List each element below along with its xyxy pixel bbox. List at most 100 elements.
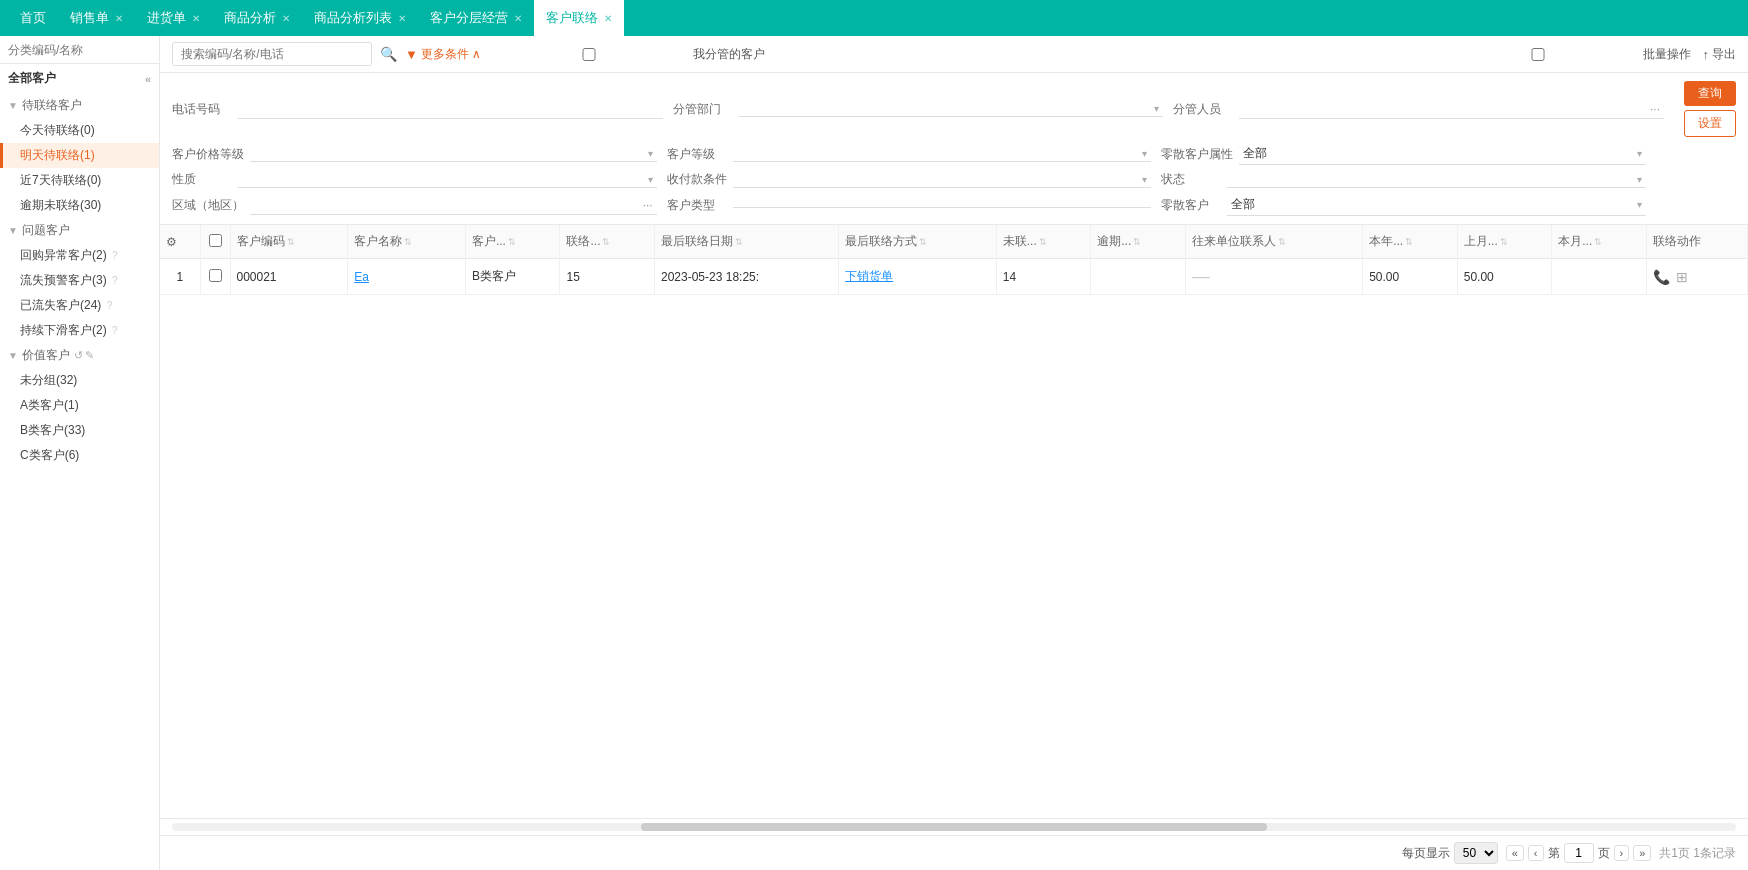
th-last-month[interactable]: 上月... ⇅ bbox=[1457, 225, 1552, 259]
td-last-contact-method[interactable]: 下销货单 bbox=[839, 259, 997, 295]
sidebar-item-repeat-abnormal[interactable]: 回购异常客户(2) ? bbox=[0, 243, 159, 268]
sidebar-item-tomorrow-contact[interactable]: 明天待联络(1) bbox=[0, 143, 159, 168]
sidebar-group-pending-contact[interactable]: ▼ 待联络客户 bbox=[0, 93, 159, 118]
nav-sales-order[interactable]: 销售单 ✕ bbox=[58, 0, 135, 36]
search-input[interactable] bbox=[172, 42, 372, 66]
my-customers-checkbox-area[interactable]: 我分管的客户 bbox=[489, 46, 765, 63]
help-icon-declining[interactable]: ? bbox=[112, 325, 118, 336]
settings-icon[interactable]: ⚙ bbox=[166, 235, 177, 249]
filter-select-customer-level[interactable]: ▾ bbox=[733, 146, 1152, 162]
th-overdue[interactable]: 逾期... ⇅ bbox=[1091, 225, 1186, 259]
phone-action-icon[interactable]: 📞 bbox=[1653, 269, 1670, 285]
sort-icon-last-contact-date[interactable]: ⇅ bbox=[735, 237, 743, 247]
th-settings[interactable]: ⚙ bbox=[160, 225, 200, 259]
nav-customer-segment-close[interactable]: ✕ bbox=[514, 13, 522, 24]
ellipsis-icon[interactable]: ··· bbox=[1650, 102, 1660, 116]
th-contact-count[interactable]: 联络... ⇅ bbox=[560, 225, 655, 259]
sort-icon-last-month[interactable]: ⇅ bbox=[1500, 237, 1508, 247]
customer-name-link[interactable]: Ea bbox=[354, 270, 369, 284]
batch-ops-button[interactable]: 批量操作 bbox=[1438, 46, 1691, 63]
filter-select-status[interactable]: ▾ bbox=[1227, 172, 1646, 188]
settings-button[interactable]: 设置 bbox=[1684, 110, 1736, 137]
help-icon-repeat-abnormal[interactable]: ? bbox=[112, 250, 118, 261]
sidebar-item-7days-contact[interactable]: 近7天待联络(0) bbox=[0, 168, 159, 193]
sidebar-item-today-contact[interactable]: 今天待联络(0) bbox=[0, 118, 159, 143]
td-customer-name[interactable]: Ea bbox=[348, 259, 466, 295]
nav-customer-segment[interactable]: 客户分层经营 ✕ bbox=[418, 0, 534, 36]
filter-select-department[interactable]: ▾ bbox=[739, 101, 1164, 117]
th-checkbox[interactable] bbox=[200, 225, 230, 259]
sort-icon-this-year[interactable]: ⇅ bbox=[1405, 237, 1413, 247]
th-customer-code[interactable]: 客户编码 ⇅ bbox=[230, 225, 348, 259]
sidebar-group-value-customers[interactable]: ▼ 价值客户 ↺ ✎ bbox=[0, 343, 159, 368]
nav-customer-contact-close[interactable]: ✕ bbox=[604, 13, 612, 24]
filter-select-manager[interactable]: ··· bbox=[1239, 100, 1664, 119]
last-contact-method-link[interactable]: 下销货单 bbox=[845, 269, 893, 283]
export-button[interactable]: ↑ 导出 bbox=[1703, 46, 1737, 63]
row-checkbox[interactable] bbox=[209, 269, 222, 282]
horizontal-scrollbar-thumb[interactable] bbox=[641, 823, 1267, 831]
sort-icon-overdue[interactable]: ⇅ bbox=[1133, 237, 1141, 247]
filter-select-payment-terms[interactable]: ▾ bbox=[733, 172, 1152, 188]
sidebar-item-class-b[interactable]: B类客户(33) bbox=[0, 418, 159, 443]
sidebar-item-lost-customers[interactable]: 流失预警客户(3) ? bbox=[0, 268, 159, 293]
filter-select-region[interactable]: ··· bbox=[250, 196, 657, 215]
sidebar-all-customers[interactable]: 全部客户 « bbox=[0, 64, 159, 93]
prev-page-button[interactable]: ‹ bbox=[1528, 845, 1544, 861]
search-button[interactable]: 🔍 bbox=[380, 46, 397, 62]
sidebar-collapse-icon[interactable]: « bbox=[145, 73, 151, 85]
td-checkbox[interactable] bbox=[200, 259, 230, 295]
sort-icon-last-contact-method[interactable]: ⇅ bbox=[919, 237, 927, 247]
page-input[interactable] bbox=[1564, 843, 1594, 863]
sidebar-search-input[interactable] bbox=[8, 43, 158, 57]
th-this-month[interactable]: 本月... ⇅ bbox=[1552, 225, 1647, 259]
sidebar-group-value-edit[interactable]: ✎ bbox=[85, 349, 94, 362]
th-not-contacted[interactable]: 未联... ⇅ bbox=[996, 225, 1091, 259]
query-button[interactable]: 查询 bbox=[1684, 81, 1736, 106]
sort-icon-contact-count[interactable]: ⇅ bbox=[602, 237, 610, 247]
sort-icon-not-contacted[interactable]: ⇅ bbox=[1039, 237, 1047, 247]
sidebar-item-ungrouped[interactable]: 未分组(32) bbox=[0, 368, 159, 393]
filter-select-retail-attr[interactable]: 全部 ▾ bbox=[1239, 143, 1646, 165]
filter-select-price-level[interactable]: ▾ bbox=[250, 146, 657, 162]
th-customer-type[interactable]: 客户... ⇅ bbox=[465, 225, 560, 259]
batch-ops-checkbox[interactable] bbox=[1438, 48, 1638, 61]
nav-home[interactable]: 首页 bbox=[8, 0, 58, 36]
sidebar-item-overdue-contact[interactable]: 逾期未联络(30) bbox=[0, 193, 159, 218]
first-page-button[interactable]: « bbox=[1506, 845, 1524, 861]
nav-product-analysis-list-close[interactable]: ✕ bbox=[398, 13, 406, 24]
sort-icon-customer-code[interactable]: ⇅ bbox=[287, 237, 295, 247]
sidebar-group-problem-customers[interactable]: ▼ 问题客户 bbox=[0, 218, 159, 243]
more-filters-button[interactable]: ▼ 更多条件 ∧ bbox=[405, 46, 481, 63]
last-page-button[interactable]: » bbox=[1633, 845, 1651, 861]
filter-input-phone[interactable] bbox=[238, 100, 663, 119]
horizontal-scrollbar[interactable] bbox=[172, 823, 1736, 831]
nav-product-analysis[interactable]: 商品分析 ✕ bbox=[212, 0, 302, 36]
sort-icon-past-unit-contact[interactable]: ⇅ bbox=[1278, 237, 1286, 247]
nav-purchase-order[interactable]: 进货单 ✕ bbox=[135, 0, 212, 36]
filter-select-nature[interactable]: ▾ bbox=[238, 172, 657, 188]
sort-icon-customer-type[interactable]: ⇅ bbox=[508, 237, 516, 247]
th-last-contact-method[interactable]: 最后联络方式 ⇅ bbox=[839, 225, 997, 259]
th-past-unit-contact[interactable]: 往来单位联系人 ⇅ bbox=[1185, 225, 1362, 259]
nav-sales-order-close[interactable]: ✕ bbox=[115, 13, 123, 24]
sidebar-item-churned[interactable]: 已流失客户(24) ? bbox=[0, 293, 159, 318]
th-customer-name[interactable]: 客户名称 ⇅ bbox=[348, 225, 466, 259]
nav-purchase-order-close[interactable]: ✕ bbox=[192, 13, 200, 24]
page-size-select[interactable]: 50 bbox=[1454, 842, 1498, 864]
th-last-contact-date[interactable]: 最后联络日期 ⇅ bbox=[655, 225, 839, 259]
nav-customer-contact[interactable]: 客户联络 ✕ bbox=[534, 0, 624, 36]
nav-product-analysis-close[interactable]: ✕ bbox=[282, 13, 290, 24]
my-customers-checkbox[interactable] bbox=[489, 48, 689, 61]
sidebar-group-value-refresh[interactable]: ↺ bbox=[74, 349, 83, 362]
ellipsis-icon-2[interactable]: ··· bbox=[643, 198, 653, 212]
filter-select-retail[interactable]: 全部 ▾ bbox=[1227, 194, 1646, 216]
grid-action-icon[interactable]: ⊞ bbox=[1676, 269, 1688, 285]
filter-select-customer-type[interactable] bbox=[733, 203, 1152, 208]
sort-icon-customer-name[interactable]: ⇅ bbox=[404, 237, 412, 247]
next-page-button[interactable]: › bbox=[1614, 845, 1630, 861]
nav-product-analysis-list[interactable]: 商品分析列表 ✕ bbox=[302, 0, 418, 36]
help-icon-lost-customers[interactable]: ? bbox=[112, 275, 118, 286]
help-icon-churned[interactable]: ? bbox=[107, 300, 113, 311]
select-all-checkbox[interactable] bbox=[209, 234, 222, 247]
